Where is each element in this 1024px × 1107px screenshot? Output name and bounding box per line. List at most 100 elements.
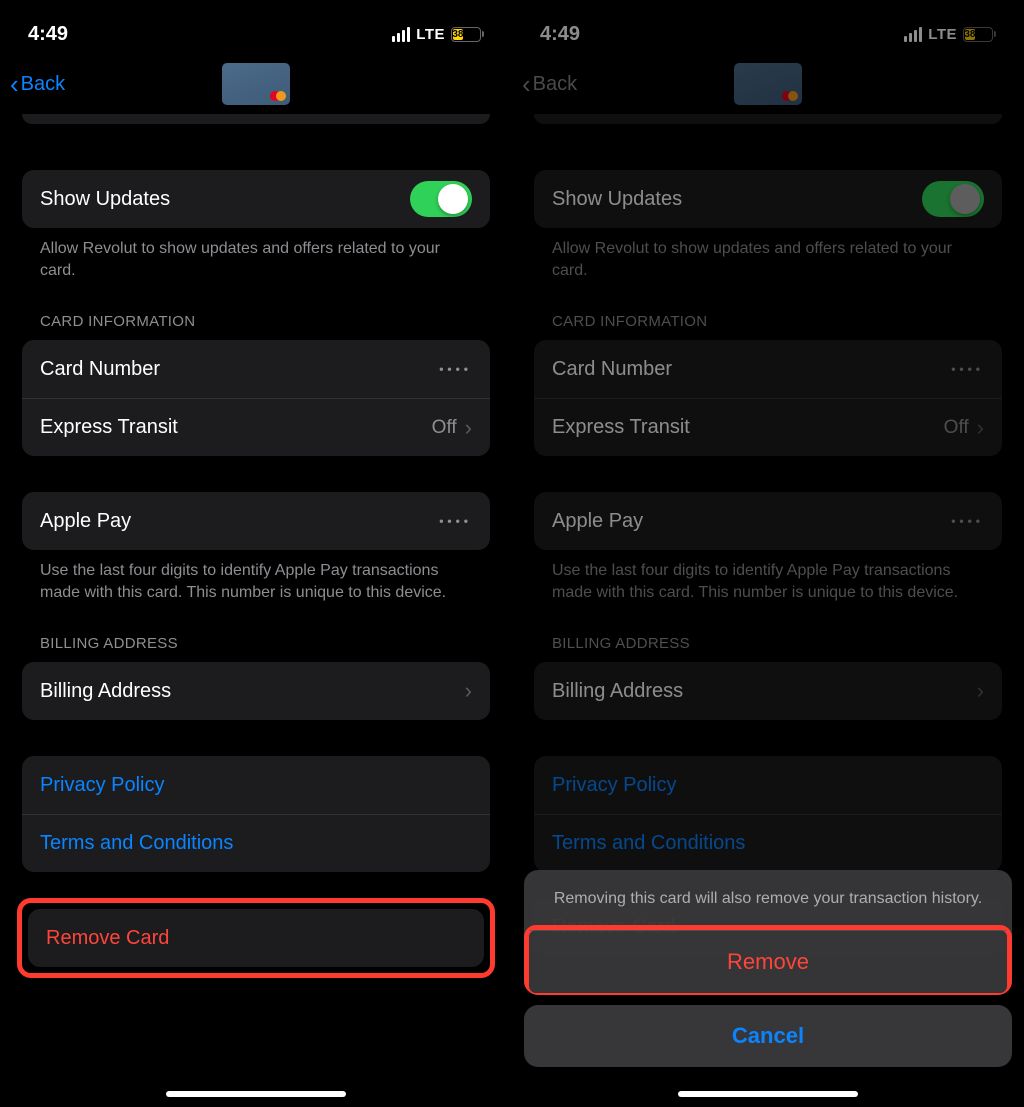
screen-left: 4:49 LTE 38 ‹ Back Show Updates Allow Re…	[0, 0, 512, 1107]
card-number-row: Card Number ••••	[534, 340, 1002, 398]
status-bar: 4:49 LTE 38	[512, 0, 1024, 54]
chevron-right-icon: ›	[977, 415, 984, 441]
screen-right: 4:49 LTE 38 ‹ Back Show Updates Allow Re…	[512, 0, 1024, 1107]
remove-button[interactable]: Remove	[529, 930, 1007, 993]
apple-pay-label: Apple Pay	[552, 510, 951, 533]
card-info-header: CARD INFORMATION	[22, 281, 490, 340]
card-number-label: Card Number	[40, 358, 439, 381]
show-updates-label: Show Updates	[552, 188, 922, 211]
apple-pay-footer: Use the last four digits to identify App…	[534, 550, 1002, 603]
content: Show Updates Allow Revolut to show updat…	[0, 114, 512, 978]
card-info-header: CARD INFORMATION	[534, 281, 1002, 340]
back-button: ‹ Back	[522, 71, 577, 97]
show-updates-footer: Allow Revolut to show updates and offers…	[22, 228, 490, 281]
remove-card-label: Remove Card	[46, 927, 466, 950]
card-number-label: Card Number	[552, 358, 951, 381]
show-updates-group: Show Updates	[22, 170, 490, 228]
terms-row[interactable]: Terms and Conditions	[22, 814, 490, 872]
highlight-remove-button: Remove	[524, 925, 1012, 995]
highlight-remove-card: Remove Card	[17, 898, 495, 978]
apple-pay-row: Apple Pay ••••	[534, 492, 1002, 550]
links-group: Privacy Policy Terms and Conditions	[22, 756, 490, 872]
chevron-left-icon: ‹	[10, 71, 19, 97]
status-right: LTE 38	[904, 26, 996, 43]
sheet-main-group: Removing this card will also remove your…	[524, 870, 1012, 995]
status-right: LTE 38	[392, 26, 484, 43]
terms-label: Terms and Conditions	[40, 832, 472, 855]
chevron-right-icon: ›	[977, 678, 984, 704]
home-indicator[interactable]	[678, 1091, 858, 1097]
network-type: LTE	[928, 26, 957, 43]
show-updates-toggle[interactable]	[410, 181, 472, 217]
show-updates-toggle	[922, 181, 984, 217]
links-group: Privacy Policy Terms and Conditions	[534, 756, 1002, 872]
show-updates-row: Show Updates	[534, 170, 1002, 228]
billing-label: Billing Address	[552, 680, 977, 703]
chevron-left-icon: ‹	[522, 71, 531, 97]
billing-header: BILLING ADDRESS	[534, 603, 1002, 662]
terms-row: Terms and Conditions	[534, 814, 1002, 872]
apple-pay-footer: Use the last four digits to identify App…	[22, 550, 490, 603]
battery-icon: 38	[451, 27, 484, 42]
billing-address-row: Billing Address ›	[534, 662, 1002, 720]
content-dimmed: Show Updates Allow Revolut to show updat…	[512, 114, 1024, 956]
show-updates-row[interactable]: Show Updates	[22, 170, 490, 228]
apple-pay-row[interactable]: Apple Pay ••••	[22, 492, 490, 550]
express-transit-row: Express Transit Off ›	[534, 398, 1002, 456]
express-transit-label: Express Transit	[40, 416, 432, 439]
billing-label: Billing Address	[40, 680, 465, 703]
battery-icon: 38	[963, 27, 996, 42]
card-info-group: Card Number •••• Express Transit Off ›	[22, 340, 490, 456]
card-thumbnail-icon	[734, 63, 802, 105]
back-button[interactable]: ‹ Back	[10, 71, 65, 97]
cellular-signal-icon	[392, 27, 410, 42]
apple-pay-mask-icon: ••••	[951, 514, 984, 528]
remove-card-group: Remove Card	[28, 909, 484, 967]
cellular-signal-icon	[904, 27, 922, 42]
battery-percent: 38	[965, 29, 975, 40]
status-time: 4:49	[28, 23, 68, 46]
billing-group: Billing Address ›	[22, 662, 490, 720]
status-time: 4:49	[540, 23, 580, 46]
billing-header: BILLING ADDRESS	[22, 603, 490, 662]
show-updates-group: Show Updates	[534, 170, 1002, 228]
sheet-message: Removing this card will also remove your…	[524, 870, 1012, 928]
apple-pay-group: Apple Pay ••••	[534, 492, 1002, 550]
show-updates-footer: Allow Revolut to show updates and offers…	[534, 228, 1002, 281]
card-number-mask-icon: ••••	[951, 362, 984, 376]
privacy-policy-row[interactable]: Privacy Policy	[22, 756, 490, 814]
previous-group-stub	[22, 114, 490, 124]
express-transit-value: Off	[944, 417, 969, 439]
back-label: Back	[533, 73, 577, 96]
card-number-row[interactable]: Card Number ••••	[22, 340, 490, 398]
card-number-mask-icon: ••••	[439, 362, 472, 376]
card-info-group: Card Number •••• Express Transit Off ›	[534, 340, 1002, 456]
chevron-right-icon: ›	[465, 415, 472, 441]
home-indicator[interactable]	[166, 1091, 346, 1097]
apple-pay-label: Apple Pay	[40, 510, 439, 533]
express-transit-row[interactable]: Express Transit Off ›	[22, 398, 490, 456]
apple-pay-mask-icon: ••••	[439, 514, 472, 528]
privacy-policy-label: Privacy Policy	[40, 774, 472, 797]
nav-bar: ‹ Back	[0, 54, 512, 114]
action-sheet: Removing this card will also remove your…	[524, 870, 1012, 1067]
battery-percent: 38	[453, 29, 463, 40]
privacy-policy-label: Privacy Policy	[552, 774, 984, 797]
network-type: LTE	[416, 26, 445, 43]
billing-address-row[interactable]: Billing Address ›	[22, 662, 490, 720]
remove-card-row[interactable]: Remove Card	[28, 909, 484, 967]
status-bar: 4:49 LTE 38	[0, 0, 512, 54]
chevron-right-icon: ›	[465, 678, 472, 704]
express-transit-value: Off	[432, 417, 457, 439]
express-transit-label: Express Transit	[552, 416, 944, 439]
back-label: Back	[21, 73, 65, 96]
show-updates-label: Show Updates	[40, 188, 410, 211]
cancel-button[interactable]: Cancel	[524, 1005, 1012, 1067]
nav-bar: ‹ Back	[512, 54, 1024, 114]
terms-label: Terms and Conditions	[552, 832, 984, 855]
billing-group: Billing Address ›	[534, 662, 1002, 720]
card-thumbnail-icon[interactable]	[222, 63, 290, 105]
privacy-policy-row: Privacy Policy	[534, 756, 1002, 814]
apple-pay-group: Apple Pay ••••	[22, 492, 490, 550]
previous-group-stub	[534, 114, 1002, 124]
